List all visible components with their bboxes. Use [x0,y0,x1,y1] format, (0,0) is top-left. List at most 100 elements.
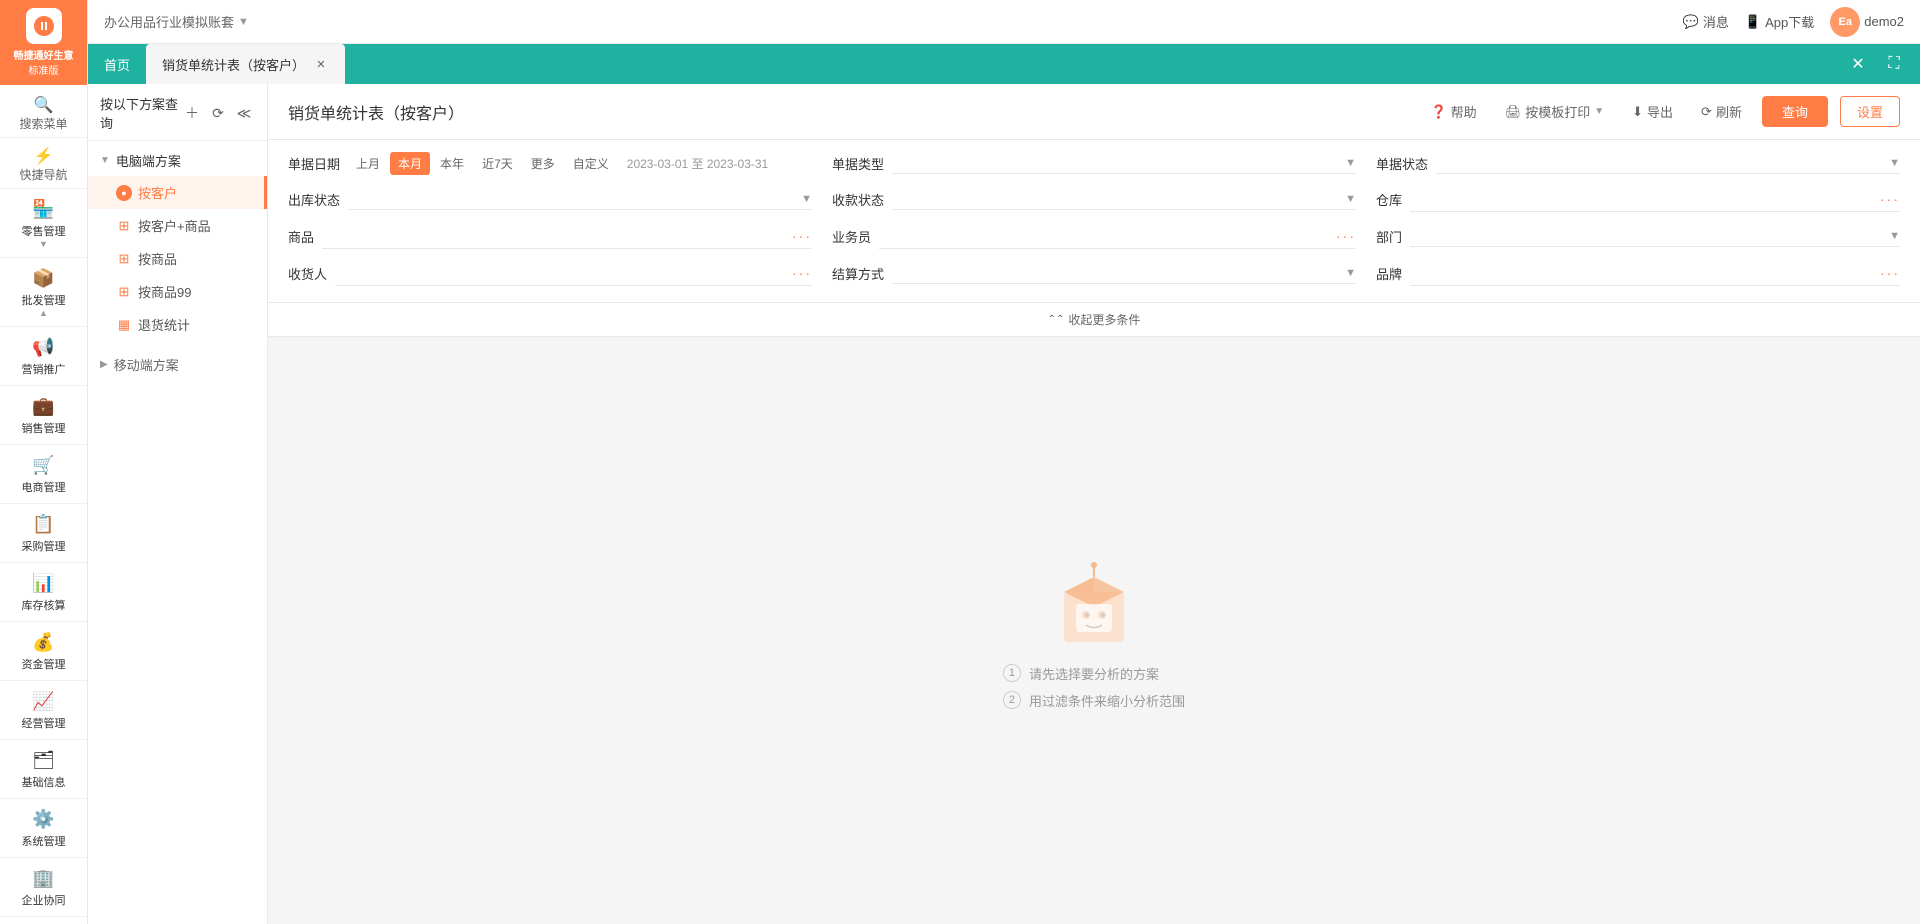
scheme-panel-header: 按以下方案查询 ＋ ⟳ ≪ [88,84,267,141]
sidebar-item-retail[interactable]: 🏪 零售管理 ▼ [0,189,87,258]
sidebar-item-sales[interactable]: 💼 销售管理 [0,386,87,445]
search-menu-item[interactable]: 🔍 搜索菜单 [0,85,87,138]
tab-close-button[interactable]: ✕ [313,56,329,72]
refresh-btn[interactable]: ⟳ 刷新 [1693,98,1750,125]
main-panel: 销货单统计表（按客户） ❓ 帮助 🖨 按模板打印 ▼ ⬇ [268,84,1920,924]
department-control[interactable]: ▼ [1410,226,1900,247]
export-btn[interactable]: ⬇ 导出 [1624,98,1681,125]
tab-home[interactable]: 首页 [88,44,146,84]
date-tab-last7[interactable]: 近7天 [474,152,521,175]
app-sub: 标准版 [29,62,59,77]
scheme-item-by-goods-99[interactable]: ⊞ 按商品99 [88,275,267,308]
tab-expand-button[interactable]: ⛶ [1880,50,1908,78]
inventory-icon: 📊 [32,573,54,594]
brand-control[interactable]: ··· [1410,261,1900,286]
query-btn[interactable]: 查询 [1762,96,1828,127]
by-goods-99-label: 按商品99 [138,282,191,301]
filter-row-4: 收货人 ··· 结算方式 ▼ 品牌 [288,261,1900,286]
tip-text-1: 请先选择要分析的方案 [1029,664,1159,683]
date-filter-control: 上月 本月 本年 近7天 更多 自定义 2023-03-01 至 2023-03… [348,152,812,175]
date-tab-this-year[interactable]: 本年 [432,152,472,175]
settings-btn[interactable]: 设置 [1840,96,1900,127]
tab-sales-stat-label: 销货单统计表（按客户） [162,55,305,74]
sidebar-item-operation[interactable]: 📈 经营管理 [0,681,87,740]
filter-goods: 商品 ··· [288,224,812,249]
date-tabs: 上月 本月 本年 近7天 更多 自定义 [348,152,617,175]
salesperson-dots: ··· [1336,228,1356,244]
receiver-dots: ··· [792,265,812,281]
scheme-item-by-goods[interactable]: ⊞ 按商品 [88,242,267,275]
goods-label: 商品 [288,227,314,246]
by-customer-label: 按客户 [138,183,177,202]
tab-close-all-button[interactable]: ✕ [1844,50,1872,78]
purchase-icon: 📋 [32,514,54,535]
help-btn[interactable]: ❓ 帮助 [1422,98,1484,125]
group-mobile-label: 移动端方案 [114,355,179,374]
out-status-control[interactable]: ▼ [348,189,812,210]
date-tab-more[interactable]: 更多 [523,152,563,175]
sidebar-item-newbie[interactable]: 🎯 新手引导 [0,917,87,924]
template-print-btn[interactable]: 🖨 按模板打印 ▼ [1497,98,1612,125]
mobile-group-icon: ▶ [100,359,108,370]
sidebar-item-finance[interactable]: 💰 资金管理 [0,622,87,681]
scheme-panel: 按以下方案查询 ＋ ⟳ ≪ ▼ 电脑端方案 ● 按客户 ⊞ [88,84,268,924]
doc-status-chevron: ▼ [1889,157,1900,169]
enterprise-icon: 🏢 [32,868,54,889]
group-desktop-label: 电脑端方案 [116,151,181,170]
scheme-group-mobile-title[interactable]: ▶ 移动端方案 [88,349,267,380]
receiver-control[interactable]: ··· [335,261,812,286]
sidebar-item-wholesale[interactable]: 📦 批发管理 ▲ [0,258,87,327]
sidebar-item-basic[interactable]: 🗂 基础信息 [0,740,87,799]
filter-payment-status: 收款状态 ▼ [832,189,1356,210]
app-download-label: App下载 [1765,12,1814,31]
tabs-bar: 首页 销货单统计表（按客户） ✕ ✕ ⛶ [88,44,1920,84]
sidebar-item-system[interactable]: ⚙️ 系统管理 [0,799,87,858]
export-label: 导出 [1647,102,1673,121]
settlement-control[interactable]: ▼ [892,263,1356,284]
scheme-collapse-btn[interactable]: ≪ [233,102,255,124]
collapse-label: 收起更多条件 [1068,311,1140,328]
sidebar-item-enterprise[interactable]: 🏢 企业协同 [0,858,87,917]
date-tab-last-month[interactable]: 上月 [348,152,388,175]
sidebar-item-ecommerce[interactable]: 🛒 电商管理 [0,445,87,504]
scheme-refresh-btn[interactable]: ⟳ [207,102,229,124]
payment-status-control[interactable]: ▼ [892,189,1356,210]
scheme-add-btn[interactable]: ＋ [181,102,203,124]
wholesale-icon: 📦 [32,268,54,289]
tip-num-1: 1 [1003,664,1021,682]
scheme-panel-title: 按以下方案查询 [100,94,181,132]
salesperson-control[interactable]: ··· [879,224,1356,249]
user-menu[interactable]: Ea demo2 [1830,7,1904,37]
warehouse-control[interactable]: ··· [1410,187,1900,212]
scheme-item-return-stat[interactable]: ▦ 退货统计 [88,308,267,341]
collapse-bar[interactable]: ⌃⌃ 收起更多条件 [268,303,1920,337]
tab-sales-stat[interactable]: 销货单统计表（按客户） ✕ [146,44,345,84]
scheme-item-by-customer[interactable]: ● 按客户 [88,176,267,209]
goods-scheme-icon: ⊞ [116,251,132,267]
message-btn[interactable]: 💬 消息 [1683,12,1729,31]
goods-control[interactable]: ··· [322,224,812,249]
doc-status-label: 单据状态 [1376,154,1428,173]
empty-tip-1: 1 请先选择要分析的方案 [1003,664,1185,683]
sidebar-item-purchase[interactable]: 📋 采购管理 [0,504,87,563]
quick-nav-item[interactable]: ⚡ 快捷导航 [0,138,87,189]
template-print-label: 按模板打印 [1525,102,1590,121]
doc-status-control[interactable]: ▼ [1436,153,1900,174]
industry-selector[interactable]: 办公用品行业模拟账套 ▼ [104,12,249,31]
sidebar-item-inventory[interactable]: 📊 库存核算 [0,563,87,622]
main-area: 办公用品行业模拟账套 ▼ 💬 消息 📱 App下载 Ea demo2 首页 销货… [88,0,1920,924]
brand-label: 品牌 [1376,264,1402,283]
doc-type-control[interactable]: ▼ [892,153,1356,174]
filter-warehouse: 仓库 ··· [1376,187,1900,212]
sidebar-item-marketing[interactable]: 📢 营销推广 [0,327,87,386]
date-filter-label: 单据日期 [288,154,340,173]
scheme-group-desktop-title[interactable]: ▼ 电脑端方案 [88,145,267,176]
scheme-item-by-customer-goods[interactable]: ⊞ 按客户+商品 [88,209,267,242]
return-stat-scheme-icon: ▦ [116,317,132,333]
page-header-top: 销货单统计表（按客户） ❓ 帮助 🖨 按模板打印 ▼ ⬇ [288,96,1900,127]
date-tab-custom[interactable]: 自定义 [565,152,617,175]
scheme-group-desktop: ▼ 电脑端方案 ● 按客户 ⊞ 按客户+商品 ⊞ 按商品 ⊞ 按商品99 [88,141,267,345]
date-tab-this-month[interactable]: 本月 [390,152,430,175]
date-range-value: 2023-03-01 至 2023-03-31 [627,155,768,172]
app-download-btn[interactable]: 📱 App下载 [1745,12,1814,31]
